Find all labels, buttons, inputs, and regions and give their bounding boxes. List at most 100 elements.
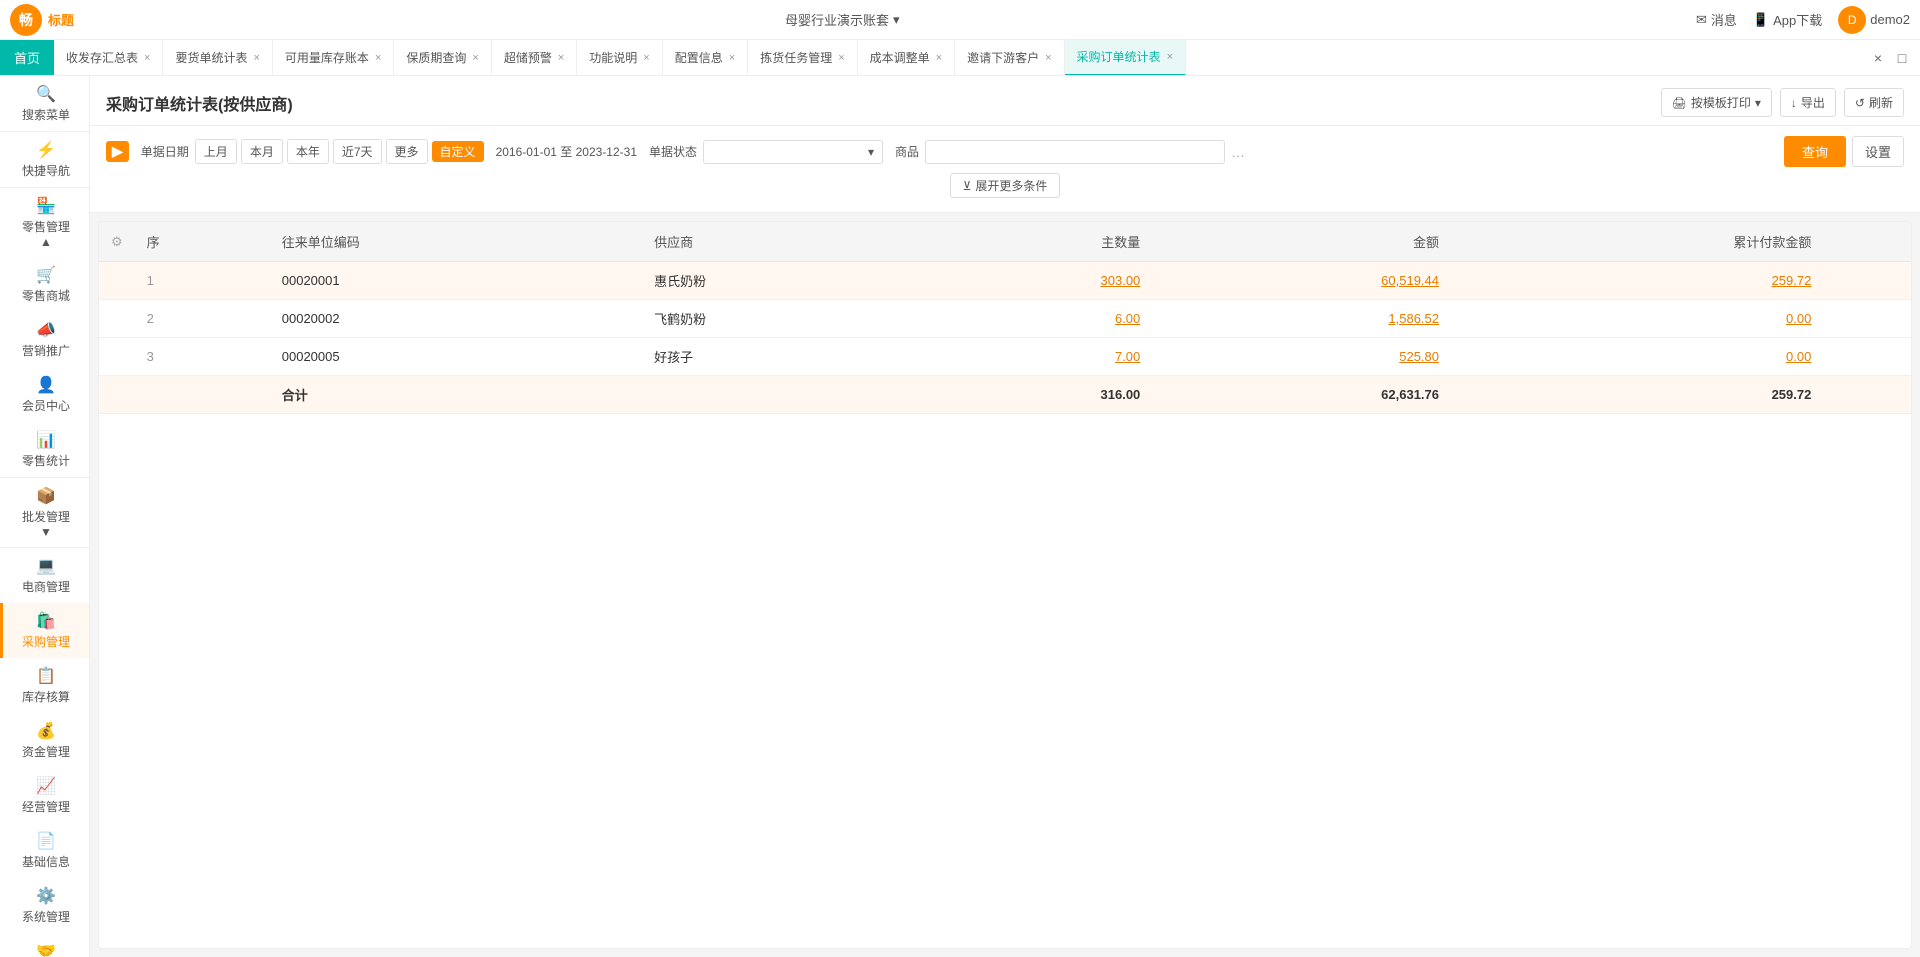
sidebar-item-enterprise-collab[interactable]: 🤝 企业协同 <box>0 933 89 957</box>
tab-purchase-stats[interactable]: 采购订单统计表 × <box>1065 40 1186 76</box>
tab-purchase-stats-close[interactable]: × <box>1167 51 1173 63</box>
table-header: ⚙ 序 往来单位编码 供应商 主数量 金额 累计付款金额 <box>99 222 1911 262</box>
template-print-label: 按模板打印 <box>1691 94 1751 111</box>
row1-amount[interactable]: 60,519.44 <box>1152 262 1451 300</box>
tab-config-info-close[interactable]: × <box>729 52 735 64</box>
message-button[interactable]: ✉ 消息 <box>1696 10 1737 29</box>
sidebar-item-stock-check[interactable]: 📋 库存核算 <box>0 658 89 713</box>
tab-order-stats-close[interactable]: × <box>253 52 259 64</box>
tab-pick-task[interactable]: 拣货任务管理 × <box>748 40 857 76</box>
tab-function-desc[interactable]: 功能说明 × <box>577 40 662 76</box>
sidebar-member-center-label: 会员中心 <box>22 397 70 414</box>
stock-check-icon: 📋 <box>36 666 56 686</box>
filter-more-date-btn[interactable]: 更多 <box>386 139 428 164</box>
workspace-selector[interactable]: 母婴行业演示账套 ▾ <box>785 10 985 29</box>
tab-order-stats[interactable]: 要货单统计表 × <box>163 40 272 76</box>
sidebar-item-sys-mgmt[interactable]: ⚙️ 系统管理 <box>0 878 89 933</box>
marketing-icon: 📣 <box>36 320 56 340</box>
expand-more-button[interactable]: ⊻ 展开更多条件 <box>950 173 1061 198</box>
sidebar-item-retail-stats[interactable]: 📊 零售统计 <box>0 422 89 477</box>
tab-receive-send[interactable]: 收发存汇总表 × <box>54 40 163 76</box>
row2-partner-code: 00020002 <box>270 300 642 338</box>
tab-close-all-button[interactable]: × <box>1868 48 1888 68</box>
query-button[interactable]: 查询 <box>1784 136 1846 167</box>
row2-paid-amount[interactable]: 0.00 <box>1451 300 1823 338</box>
sidebar-item-member-center[interactable]: 👤 会员中心 <box>0 367 89 422</box>
row3-main-qty[interactable]: 7.00 <box>920 338 1153 376</box>
sidebar-item-retail-mgmt[interactable]: 🏪 零售管理 ▲ <box>0 188 89 257</box>
tab-invite-downstream-close[interactable]: × <box>1045 52 1051 64</box>
member-center-icon: 👤 <box>36 375 56 395</box>
sidebar-item-purchase[interactable]: 🛍️ 采购管理 <box>0 603 89 658</box>
row3-paid-amount[interactable]: 0.00 <box>1451 338 1823 376</box>
user-profile[interactable]: D demo2 <box>1838 6 1910 34</box>
tab-stock-ledger-close[interactable]: × <box>375 52 381 64</box>
filter-expand-row: ⊻ 展开更多条件 <box>106 167 1904 202</box>
message-label: 消息 <box>1711 10 1737 29</box>
table-container: ⚙ 序 往来单位编码 供应商 主数量 金额 累计付款金额 1 <box>98 221 1912 949</box>
filter-this-month-btn[interactable]: 本月 <box>241 139 283 164</box>
sys-mgmt-icon: ⚙️ <box>36 886 56 906</box>
settings-button[interactable]: 设置 <box>1852 136 1904 167</box>
tab-cost-adjust[interactable]: 成本调整单 × <box>858 40 955 76</box>
tab-function-desc-close[interactable]: × <box>643 52 649 64</box>
tab-order-stats-label: 要货单统计表 <box>175 49 247 66</box>
tab-config-info[interactable]: 配置信息 × <box>663 40 748 76</box>
tab-invite-downstream[interactable]: 邀请下游客户 × <box>955 40 1064 76</box>
tab-pick-task-close[interactable]: × <box>838 52 844 64</box>
footer-extra <box>1823 376 1911 414</box>
sidebar-item-ops[interactable]: 📈 经营管理 <box>0 768 89 823</box>
tab-expiry-query-label: 保质期查询 <box>406 49 466 66</box>
row2-amount[interactable]: 1,586.52 <box>1152 300 1451 338</box>
sidebar-item-ecommerce[interactable]: 💻 电商管理 <box>0 548 89 603</box>
sidebar-item-quicknav[interactable]: ⚡ 快捷导航 <box>0 132 89 187</box>
row1-paid-amount[interactable]: 259.72 <box>1451 262 1823 300</box>
tab-cost-adjust-close[interactable]: × <box>936 52 942 64</box>
tab-expiry-query[interactable]: 保质期查询 × <box>394 40 491 76</box>
tab-home[interactable]: 首页 <box>0 40 54 76</box>
app-download-button[interactable]: 📱 App下载 <box>1753 10 1822 29</box>
tab-maximize-button[interactable]: □ <box>1892 48 1912 68</box>
tab-overstock-alert-close[interactable]: × <box>558 52 564 64</box>
tab-cost-adjust-label: 成本调整单 <box>870 49 930 66</box>
sidebar-item-search[interactable]: 🔍 搜索菜单 <box>0 76 89 131</box>
filter-goods-ellipsis[interactable]: … <box>1231 144 1245 160</box>
sidebar-item-basic-info[interactable]: 📄 基础信息 <box>0 823 89 878</box>
footer-paid-amount: 259.72 <box>1451 376 1823 414</box>
sidebar-retail-section: 🏪 零售管理 ▲ 🛒 零售商城 📣 营销推广 👤 会员中心 📊 零售统计 <box>0 188 89 478</box>
row3-supplier: 好孩子 <box>642 338 919 376</box>
filter-status-select[interactable]: ▾ <box>703 140 883 164</box>
logo-area: 畅 标题 <box>10 4 74 36</box>
filter-custom-date-tag[interactable]: 自定义 <box>432 141 484 162</box>
filter-goods-item: 商品 … <box>895 140 1245 164</box>
filter-this-year-btn[interactable]: 本年 <box>287 139 329 164</box>
sidebar-item-retail-shop[interactable]: 🛒 零售商城 <box>0 257 89 312</box>
sidebar-item-finance[interactable]: 💰 资金管理 <box>0 713 89 768</box>
tab-stock-ledger[interactable]: 可用量库存账本 × <box>273 40 394 76</box>
page-title: 采购订单统计表(按供应商) <box>106 91 293 115</box>
tab-bar: 首页 收发存汇总表 × 要货单统计表 × 可用量库存账本 × 保质期查询 × 超… <box>0 40 1920 76</box>
filter-7days-btn[interactable]: 近7天 <box>333 139 382 164</box>
filter-toggle-button[interactable]: ▶ <box>106 141 129 162</box>
refresh-label: 刷新 <box>1869 94 1893 111</box>
tab-overstock-alert[interactable]: 超储预警 × <box>492 40 577 76</box>
th-extra <box>1823 222 1911 262</box>
row2-main-qty[interactable]: 6.00 <box>920 300 1153 338</box>
footer-gear <box>99 376 135 414</box>
row1-main-qty[interactable]: 303.00 <box>920 262 1153 300</box>
expand-down-icon: ⊻ <box>963 179 972 193</box>
sidebar-item-marketing[interactable]: 📣 营销推广 <box>0 312 89 367</box>
tab-receive-send-close[interactable]: × <box>144 52 150 64</box>
row3-amount[interactable]: 525.80 <box>1152 338 1451 376</box>
template-print-button[interactable]: 🖨 按模板打印 ▾ <box>1661 88 1772 117</box>
row3-partner-code: 00020005 <box>270 338 642 376</box>
enterprise-collab-icon: 🤝 <box>36 941 56 957</box>
filter-goods-input[interactable] <box>925 140 1225 164</box>
tab-expiry-query-close[interactable]: × <box>472 52 478 64</box>
filter-last-month-btn[interactable]: 上月 <box>195 139 237 164</box>
th-gear[interactable]: ⚙ <box>99 222 135 262</box>
sidebar-purchase-label: 采购管理 <box>22 633 70 650</box>
refresh-button[interactable]: ↺ 刷新 <box>1844 88 1904 117</box>
sidebar-item-wholesale[interactable]: 📦 批发管理 ▼ <box>0 478 89 547</box>
export-button[interactable]: ↓ 导出 <box>1780 88 1836 117</box>
